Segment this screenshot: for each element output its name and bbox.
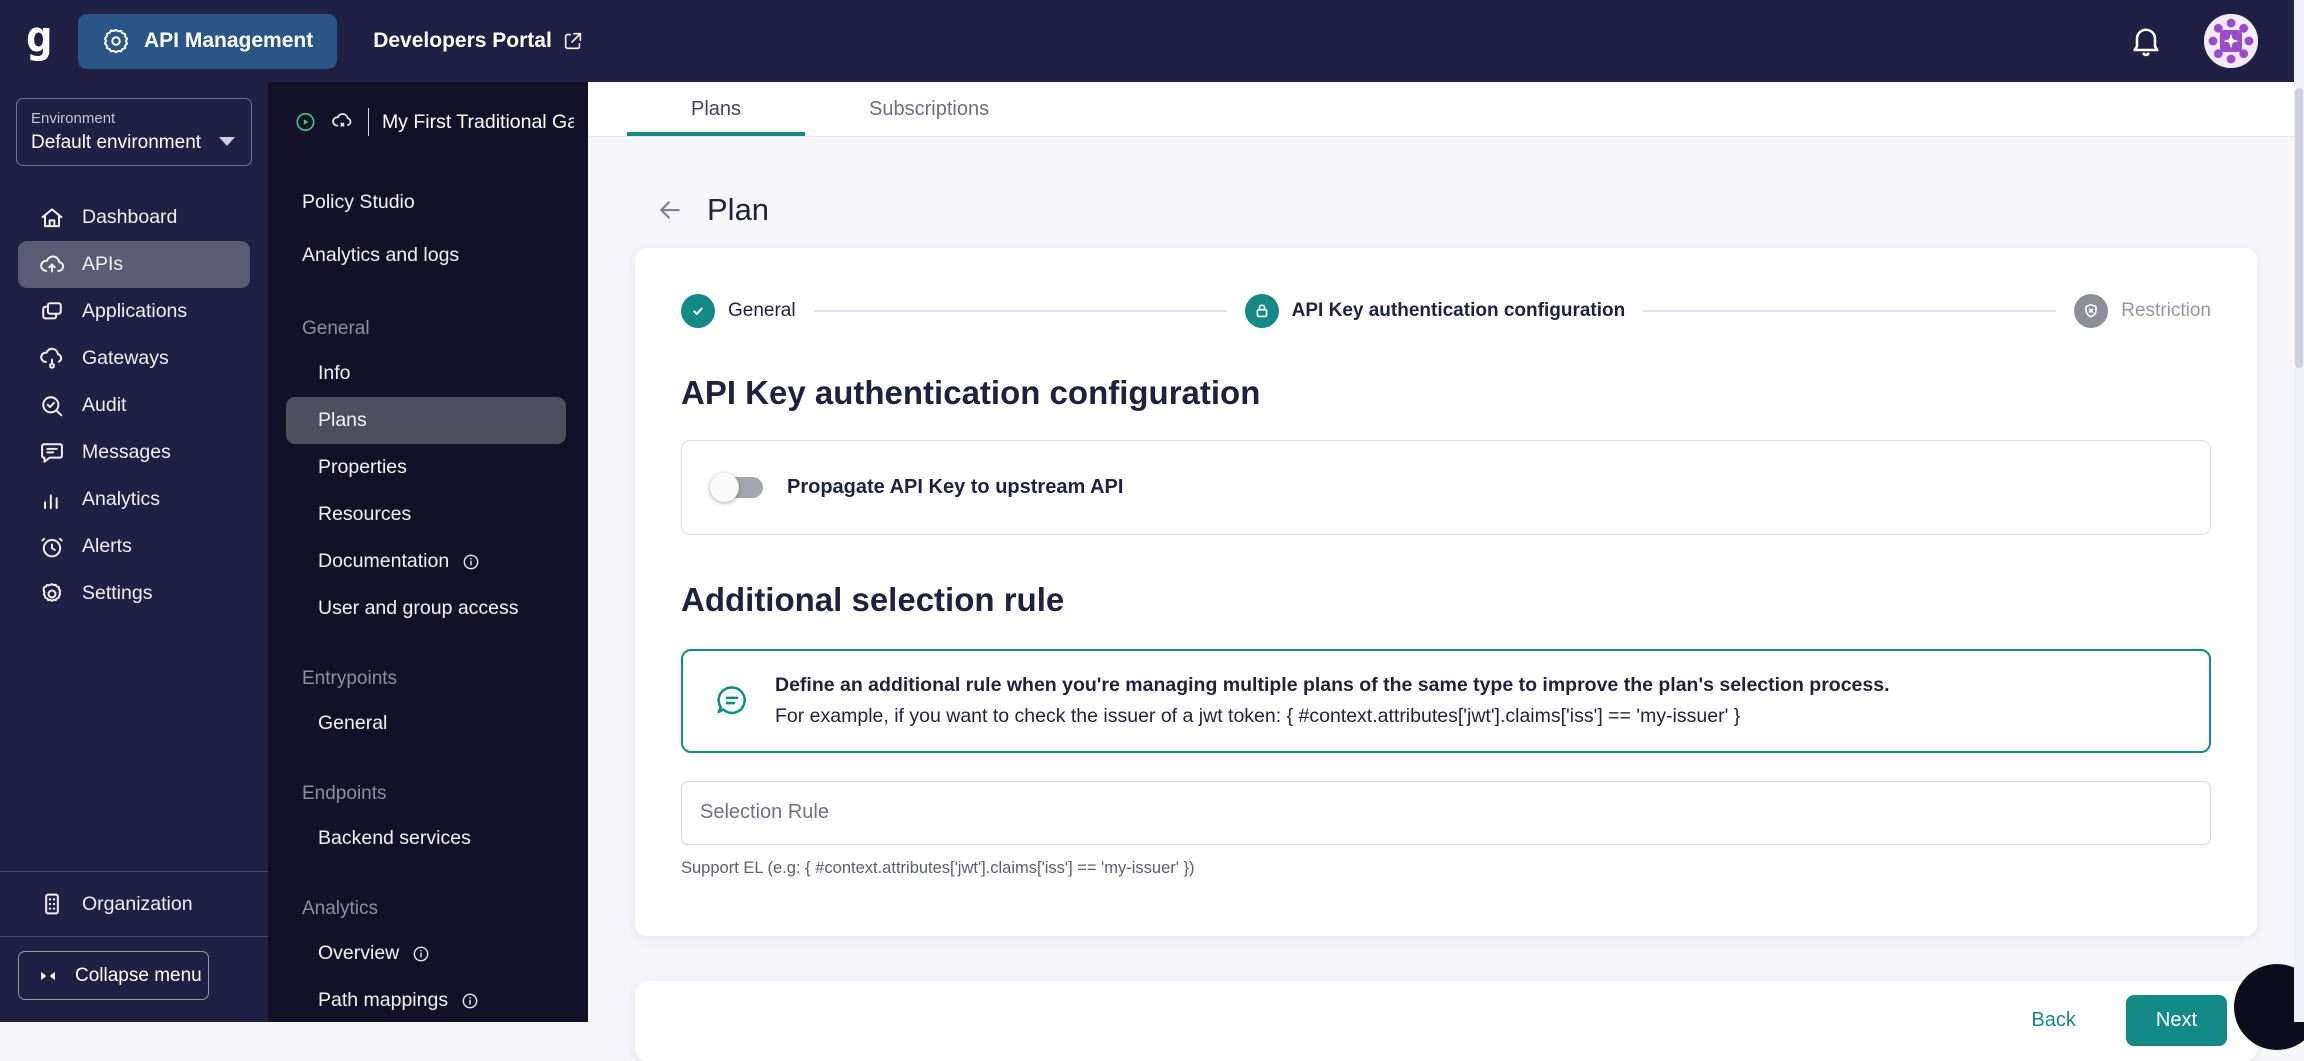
api-nav-backend-services[interactable]: Backend services: [268, 815, 588, 862]
sidebar-item-apis[interactable]: APIs: [18, 241, 250, 288]
organization-building-icon: [45, 893, 59, 915]
sidebar-item-organization[interactable]: Organization: [0, 872, 268, 936]
environment-selector[interactable]: Environment Default environment: [16, 98, 252, 166]
api-nav-overview[interactable]: Overview: [268, 930, 588, 977]
sidebar-item-audit[interactable]: Audit: [18, 382, 250, 429]
gravitee-logo[interactable]: g: [0, 16, 78, 60]
alarm-clock-icon: [41, 537, 63, 557]
primary-sidebar: Environment Default environment Dashboar…: [0, 82, 268, 1022]
sidebar-item-applications[interactable]: Applications: [18, 288, 250, 335]
external-link-icon: [562, 30, 584, 52]
tab-plans[interactable]: Plans: [627, 82, 806, 136]
deployed-play-icon: [296, 112, 315, 132]
step-api-key-auth: API Key authentication configuration: [1244, 294, 1625, 328]
collapse-menu-button[interactable]: Collapse menu: [18, 951, 209, 1000]
product-button-label: API Management: [144, 29, 314, 52]
notifications-bell-icon[interactable]: [2128, 23, 2164, 59]
api-nav-user-group-access[interactable]: User and group access: [268, 585, 588, 632]
portal-link-label: Developers Portal: [373, 29, 552, 52]
applications-icon: [42, 301, 62, 319]
step-done-check-icon: [681, 294, 715, 328]
section-title: API Key authentication configuration: [681, 374, 1261, 411]
top-bar: g API Management Developers Portal: [0, 0, 2304, 82]
api-nav-section-endpoints: Endpoints: [302, 783, 387, 804]
developers-portal-link[interactable]: Developers Portal: [373, 29, 584, 53]
cloud-upload-icon: [40, 255, 65, 272]
step-lock-icon: [1244, 294, 1279, 328]
sidebar-item-messages[interactable]: Messages: [18, 429, 250, 476]
message-bubble-icon: [713, 682, 751, 720]
api-title: My First Traditional Gat...: [381, 110, 574, 133]
api-nav-path-mappings[interactable]: Path mappings: [268, 977, 588, 1022]
environment-label: Environment: [31, 110, 116, 127]
primary-nav: Dashboard APIs Applications Gateways Aud…: [0, 194, 268, 617]
step-restriction: Restriction: [2074, 294, 2211, 328]
api-nav-plans[interactable]: Plans: [286, 397, 566, 444]
api-sidebar: My First Traditional Gat... Policy Studi…: [268, 82, 588, 1022]
info-message-line2: For example, if you want to check the is…: [775, 704, 1741, 727]
api-nav-properties[interactable]: Properties: [268, 444, 588, 491]
chat-bubble-icon: [41, 442, 63, 463]
api-nav-policy-studio[interactable]: Policy Studio: [268, 176, 588, 229]
toggle-label: Propagate API Key to upstream API: [787, 476, 1124, 498]
info-message-line1: Define an additional rule when you're ma…: [775, 674, 1890, 696]
stepper: General API Key authentication configura…: [681, 294, 2211, 328]
api-nav-section-entrypoints: Entrypoints: [302, 668, 398, 689]
selection-rule-hint: Support EL (e.g: { #context.attributes['…: [681, 858, 1195, 877]
bar-chart-icon: [44, 493, 58, 509]
sidebar-divider: [0, 936, 268, 937]
gear-icon: [42, 582, 62, 602]
chevron-down-icon: [219, 137, 235, 146]
cloud-gateway-icon: [40, 347, 63, 369]
propagate-api-key-toggle[interactable]: [710, 473, 763, 502]
header-divider: [367, 108, 369, 136]
step-general: General: [681, 294, 796, 328]
main-area: Plans Subscriptions Plan General API Key…: [588, 82, 2304, 1061]
sidebar-item-settings[interactable]: Settings: [18, 570, 250, 617]
api-nav-info[interactable]: Info: [268, 350, 588, 397]
scrollbar-thumb[interactable]: [2295, 88, 2303, 368]
cog-icon: [102, 27, 130, 55]
info-icon[interactable]: [411, 944, 431, 964]
info-icon[interactable]: [460, 991, 480, 1011]
api-nav-resources[interactable]: Resources: [268, 491, 588, 538]
api-nav-analytics-and-logs[interactable]: Analytics and logs: [268, 229, 588, 282]
sidebar-item-dashboard[interactable]: Dashboard: [18, 194, 250, 241]
next-button[interactable]: Next: [2125, 995, 2227, 1047]
user-avatar[interactable]: [2204, 14, 2258, 68]
app-root: g API Management Developers Portal Envir…: [0, 0, 2304, 1061]
api-nav-entrypoints-general[interactable]: General: [268, 700, 588, 747]
page-scrollbar[interactable]: [2294, 0, 2304, 1022]
sidebar-item-gateways[interactable]: Gateways: [18, 335, 250, 382]
propagate-api-key-box: Propagate API Key to upstream API: [681, 440, 2211, 535]
api-management-button[interactable]: API Management: [78, 13, 338, 69]
sidebar-item-alerts[interactable]: Alerts: [18, 523, 250, 570]
subsection-title: Additional selection rule: [681, 581, 1065, 618]
sidebar-item-analytics[interactable]: Analytics: [18, 476, 250, 523]
api-nav-documentation[interactable]: Documentation: [268, 538, 588, 585]
environment-value: Default environment: [31, 132, 202, 153]
plan-form-card: General API Key authentication configura…: [635, 248, 2257, 936]
step-shield-icon: [2074, 294, 2109, 328]
api-nav-section-general: General: [302, 318, 370, 339]
tab-subscriptions[interactable]: Subscriptions: [805, 82, 1053, 136]
form-actions-bar: Back Next: [635, 980, 2257, 1061]
selection-rule-input[interactable]: [681, 780, 2211, 845]
tabs-bar: Plans Subscriptions: [588, 82, 2304, 137]
back-arrow-icon[interactable]: [655, 195, 685, 225]
collapse-icon: [41, 971, 55, 980]
cloud-unsynced-icon: [332, 113, 352, 127]
api-nav: Policy Studio Analytics and logs General…: [268, 176, 588, 1022]
magnifier-check-icon: [42, 395, 63, 416]
info-icon[interactable]: [461, 552, 481, 572]
page-title: Plan: [707, 192, 770, 227]
home-icon: [41, 207, 63, 227]
back-button[interactable]: Back: [2015, 999, 2091, 1042]
api-nav-section-analytics: Analytics: [302, 898, 379, 919]
selection-rule-info-banner: Define an additional rule when you're ma…: [681, 649, 2211, 753]
